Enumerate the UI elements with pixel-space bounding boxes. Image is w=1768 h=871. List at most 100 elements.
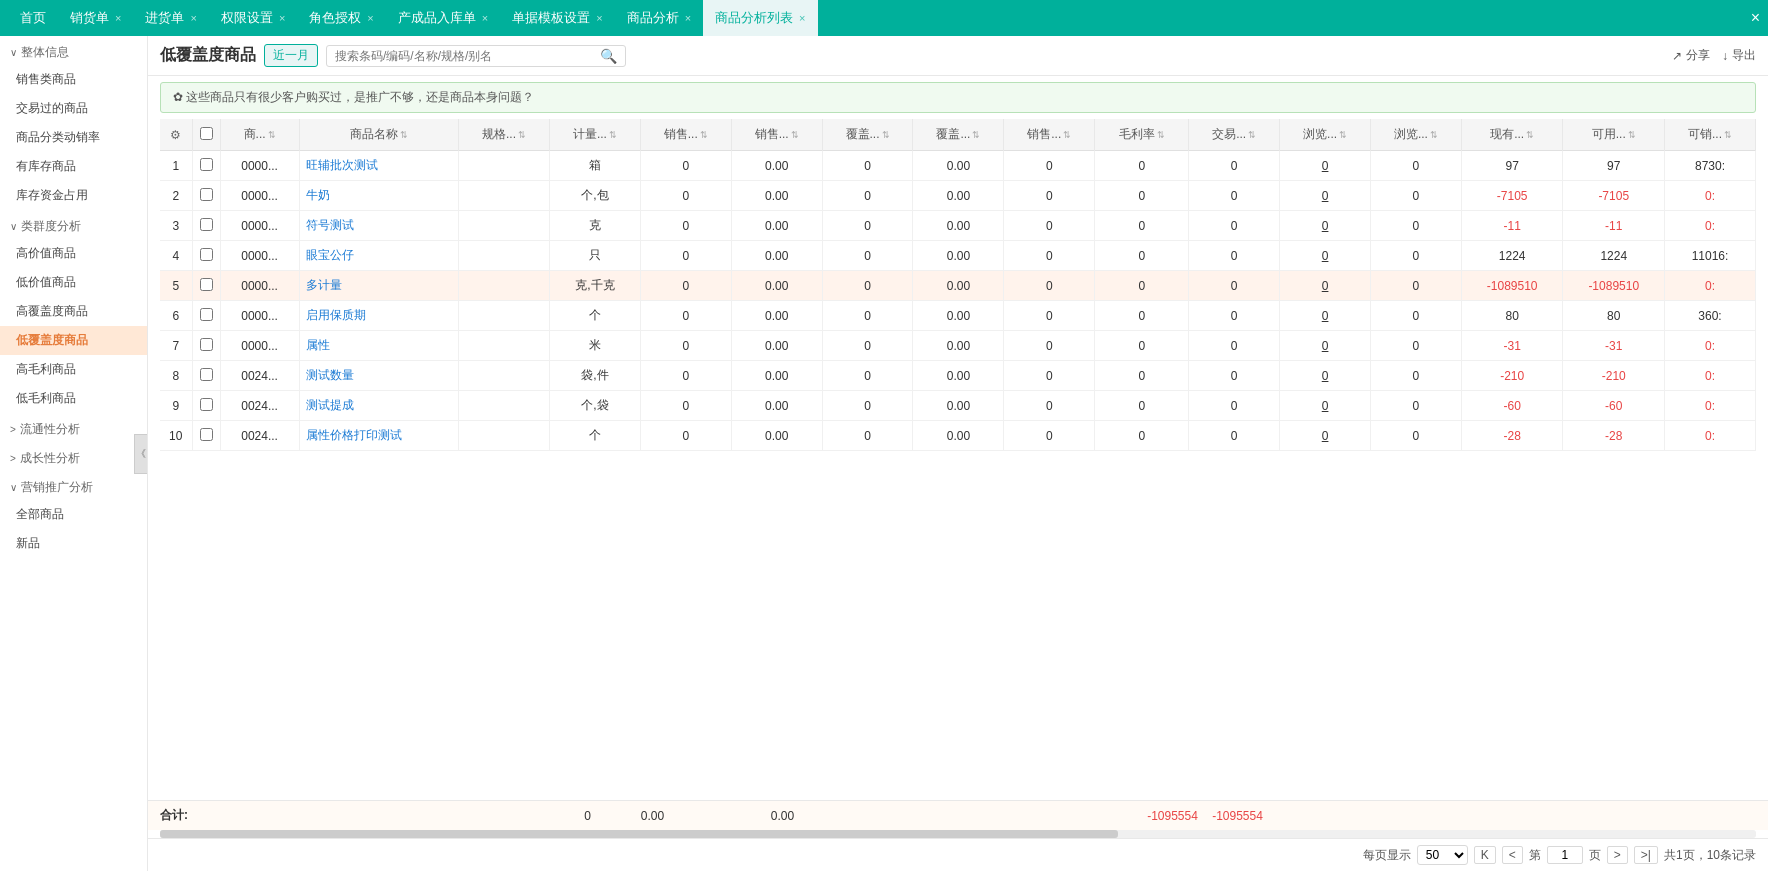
close-purchase-tab-icon[interactable]: ×	[190, 12, 196, 24]
nav-tab-analysis-list[interactable]: 商品分析列表 ×	[703, 0, 817, 36]
row-name[interactable]: 属性价格打印测试	[299, 421, 458, 451]
row-stock2: -11	[1563, 211, 1665, 241]
row-checkbox[interactable]	[192, 241, 220, 271]
nav-tab-home[interactable]: 首页	[8, 0, 58, 36]
sidebar-item-high-coverage[interactable]: 高覆盖度商品	[0, 297, 147, 326]
close-all-tabs-icon[interactable]: ×	[1751, 9, 1760, 27]
row-browse2: 0	[1371, 211, 1462, 241]
sidebar-collapse-button[interactable]: 《	[134, 434, 148, 474]
row-checkbox[interactable]	[192, 181, 220, 211]
close-analysis-list-tab-icon[interactable]: ×	[799, 12, 805, 24]
row-cov1: 0	[822, 211, 913, 241]
sidebar-section-growth[interactable]: > 成长性分析	[0, 442, 147, 471]
sidebar-item-in-stock-goods[interactable]: 有库存商品	[0, 152, 147, 181]
close-inbound-tab-icon[interactable]: ×	[482, 12, 488, 24]
column-header-browse2[interactable]: 浏览...⇅	[1371, 119, 1462, 151]
column-header-stock3[interactable]: 可销...⇅	[1665, 119, 1756, 151]
sidebar-item-high-margin[interactable]: 高毛利商品	[0, 355, 147, 384]
settings-icon[interactable]: ⚙	[170, 128, 181, 142]
nav-tab-analysis[interactable]: 商品分析 ×	[615, 0, 703, 36]
sidebar-section-overall[interactable]: ∨ 整体信息	[0, 36, 147, 65]
sidebar-item-category-turnover[interactable]: 商品分类动销率	[0, 123, 147, 152]
column-header-cov1[interactable]: 覆盖...⇅	[822, 119, 913, 151]
column-header-gross[interactable]: 毛利率⇅	[1095, 119, 1189, 151]
row-sales-qty: 0	[640, 331, 731, 361]
column-header-stock1[interactable]: 现有...⇅	[1461, 119, 1563, 151]
column-header-sales3[interactable]: 销售...⇅	[1004, 119, 1095, 151]
sidebar-section-liquidity[interactable]: > 流通性分析	[0, 413, 147, 442]
last-page-button[interactable]: >|	[1634, 846, 1658, 864]
row-name[interactable]: 多计量	[299, 271, 458, 301]
sidebar-section-marketing[interactable]: ∨ 营销推广分析	[0, 471, 147, 500]
share-button[interactable]: ↗ 分享	[1672, 47, 1710, 64]
filter-month-button[interactable]: 近一月	[264, 44, 318, 67]
column-header-gear[interactable]: ⚙	[160, 119, 192, 151]
nav-tab-sales[interactable]: 销货单 ×	[58, 0, 133, 36]
page-number-input[interactable]	[1547, 846, 1583, 864]
row-name[interactable]: 启用保质期	[299, 301, 458, 331]
row-name[interactable]: 眼宝公仔	[299, 241, 458, 271]
first-page-button[interactable]: K	[1474, 846, 1496, 864]
close-analysis-tab-icon[interactable]: ×	[685, 12, 691, 24]
column-label-code: 商...⇅	[244, 127, 276, 141]
close-sales-tab-icon[interactable]: ×	[115, 12, 121, 24]
nav-tab-permissions[interactable]: 权限设置 ×	[209, 0, 297, 36]
column-header-stock2[interactable]: 可用...⇅	[1563, 119, 1665, 151]
row-checkbox[interactable]	[192, 421, 220, 451]
sidebar-item-all-goods[interactable]: 全部商品	[0, 500, 147, 529]
search-input[interactable]	[335, 49, 600, 63]
row-unit: 克,千克	[549, 271, 640, 301]
row-checkbox[interactable]	[192, 331, 220, 361]
row-code: 0024...	[220, 421, 299, 451]
row-checkbox[interactable]	[192, 271, 220, 301]
row-checkbox[interactable]	[192, 151, 220, 181]
column-header-spec[interactable]: 规格...⇅	[459, 119, 550, 151]
row-checkbox[interactable]	[192, 301, 220, 331]
column-header-sales-amt[interactable]: 销售...⇅	[731, 119, 822, 151]
column-header-unit[interactable]: 计量...⇅	[549, 119, 640, 151]
sidebar-item-low-value[interactable]: 低价值商品	[0, 268, 147, 297]
row-name[interactable]: 测试数量	[299, 361, 458, 391]
sidebar-item-inventory-capital[interactable]: 库存资金占用	[0, 181, 147, 210]
sidebar-item-high-value[interactable]: 高价值商品	[0, 239, 147, 268]
close-permissions-tab-icon[interactable]: ×	[279, 12, 285, 24]
column-header-cov2[interactable]: 覆盖...⇅	[913, 119, 1004, 151]
row-stock3: 0:	[1665, 211, 1756, 241]
sidebar-item-low-margin[interactable]: 低毛利商品	[0, 384, 147, 413]
column-header-name[interactable]: 商品名称⇅	[299, 119, 458, 151]
search-icon[interactable]: 🔍	[600, 48, 617, 64]
nav-tab-purchase[interactable]: 进货单 ×	[133, 0, 208, 36]
sidebar-item-traded-goods[interactable]: 交易过的商品	[0, 94, 147, 123]
column-header-sales-qty[interactable]: 销售...⇅	[640, 119, 731, 151]
column-header-browse1[interactable]: 浏览...⇅	[1280, 119, 1371, 151]
next-page-button[interactable]: >	[1607, 846, 1628, 864]
sidebar-item-sales-goods[interactable]: 销售类商品	[0, 65, 147, 94]
row-checkbox[interactable]	[192, 391, 220, 421]
row-name[interactable]: 属性	[299, 331, 458, 361]
row-name[interactable]: 旺辅批次测试	[299, 151, 458, 181]
row-browse2: 0	[1371, 301, 1462, 331]
sidebar-section-cluster[interactable]: ∨ 类群度分析	[0, 210, 147, 239]
page-size-select[interactable]: 50 100 200	[1417, 845, 1468, 865]
close-roles-tab-icon[interactable]: ×	[367, 12, 373, 24]
nav-tab-inbound[interactable]: 产成品入库单 ×	[386, 0, 500, 36]
nav-tab-template[interactable]: 单据模板设置 ×	[500, 0, 614, 36]
sidebar-item-low-coverage[interactable]: 低覆盖度商品	[0, 326, 147, 355]
row-name[interactable]: 符号测试	[299, 211, 458, 241]
horizontal-scrollbar[interactable]	[160, 830, 1756, 838]
prev-page-button[interactable]: <	[1502, 846, 1523, 864]
row-checkbox[interactable]	[192, 361, 220, 391]
row-name[interactable]: 牛奶	[299, 181, 458, 211]
row-name[interactable]: 测试提成	[299, 391, 458, 421]
close-template-tab-icon[interactable]: ×	[596, 12, 602, 24]
row-cov1: 0	[822, 151, 913, 181]
export-button[interactable]: ↓ 导出	[1722, 47, 1756, 64]
row-checkbox[interactable]	[192, 211, 220, 241]
sidebar-item-new-goods[interactable]: 新品	[0, 529, 147, 558]
column-header-trans[interactable]: 交易...⇅	[1189, 119, 1280, 151]
nav-tab-roles[interactable]: 角色授权 ×	[297, 0, 385, 36]
row-browse1: 0	[1280, 211, 1371, 241]
select-all-checkbox[interactable]	[200, 127, 213, 140]
column-header-code[interactable]: 商...⇅	[220, 119, 299, 151]
search-box: 🔍	[326, 45, 626, 67]
